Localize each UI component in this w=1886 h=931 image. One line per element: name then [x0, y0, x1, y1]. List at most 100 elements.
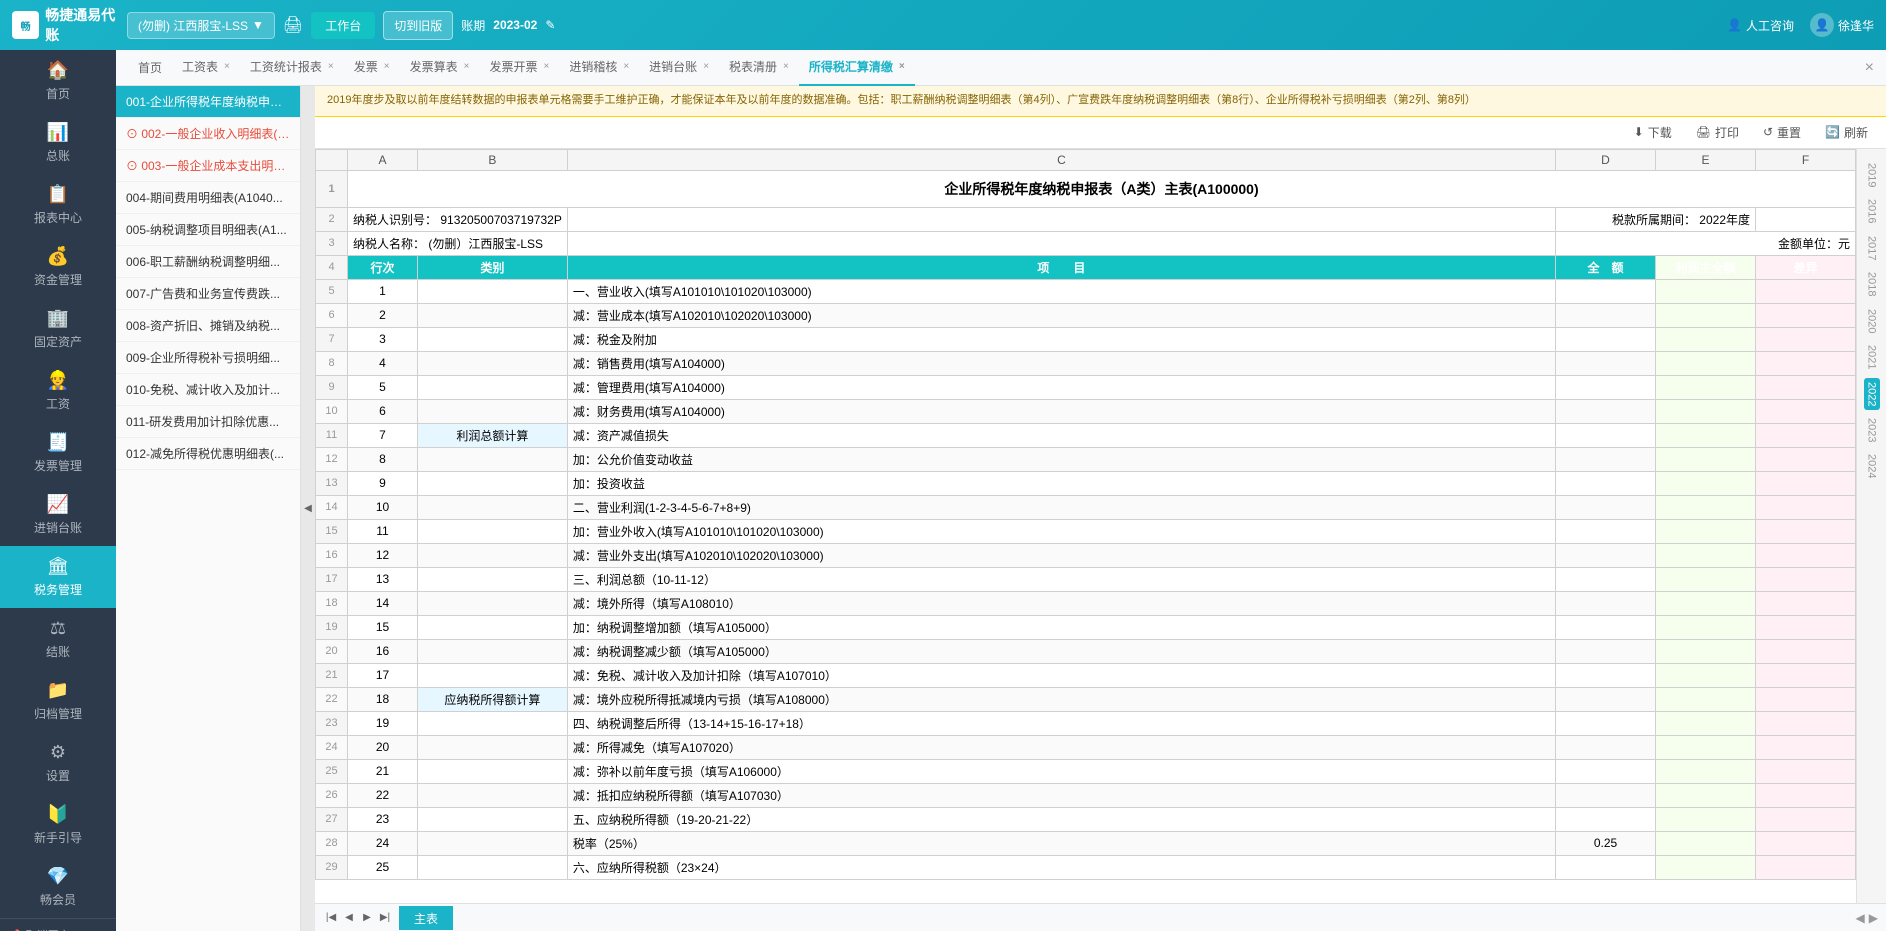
table-container[interactable]: A B C D E F — [315, 149, 1856, 903]
col-header-rownum — [316, 149, 348, 170]
spreadsheet-area: A B C D E F — [315, 149, 1886, 903]
form-list-item-012[interactable]: 012-减免所得税优惠明细表(... — [116, 438, 300, 470]
spreadsheet-toolbar: ⬇ 下载 🖨 打印 ↺ 重置 🔄 刷新 — [315, 117, 1886, 149]
sidebar-item-label: 进销台账 — [34, 519, 82, 536]
close-icon[interactable]: × — [224, 61, 230, 72]
year-item-2017[interactable]: 2017 — [1864, 232, 1880, 264]
year-item-2022[interactable]: 2022 — [1864, 378, 1880, 410]
sheet-prev-first[interactable]: |◀ — [323, 910, 339, 926]
assets-icon: 🏢 — [47, 308, 69, 329]
tab-tax-clear[interactable]: 税表清册 × — [719, 50, 799, 86]
company-selector[interactable]: (勿删) 江西服宝-LSS ▼ — [127, 12, 275, 39]
year-item-2020[interactable]: 2020 — [1864, 305, 1880, 337]
support-area[interactable]: 👤 人工咨询 — [1727, 17, 1794, 34]
form-list-item-002[interactable]: ⊙ 002-一般企业收入明细表(A1... — [116, 118, 300, 150]
workbench-button[interactable]: 工作台 — [311, 12, 375, 39]
close-icon[interactable]: × — [543, 61, 549, 72]
year-item-2019[interactable]: 2019 — [1864, 159, 1880, 191]
sidebar-item-purchase-sales[interactable]: 📈 进销台账 — [0, 484, 116, 546]
year-item-2018[interactable]: 2018 — [1864, 268, 1880, 300]
sidebar-item-home[interactable]: 🏠 首页 — [0, 50, 116, 112]
year-item-2016[interactable]: 2016 — [1864, 195, 1880, 227]
table-title-cell: 企业所得税年度纳税申报表（A类）主表(A100000) — [348, 170, 1856, 207]
sheet-nav-buttons: |◀ ◀ ▶ ▶| — [323, 910, 393, 926]
sheet-tab-main[interactable]: 主表 — [399, 906, 453, 930]
form-list-item-003[interactable]: ⊙ 003-一般企业成本支出明细... — [116, 150, 300, 182]
form-list-item-011[interactable]: 011-研发费用加计扣除优惠... — [116, 406, 300, 438]
year-item-2023[interactable]: 2023 — [1864, 414, 1880, 446]
table-title-row: 1 企业所得税年度纳税申报表（A类）主表(A100000) — [316, 170, 1856, 207]
close-icon[interactable]: × — [703, 61, 709, 72]
tab-purchase-verify[interactable]: 进销稽核 × — [559, 50, 639, 86]
table-col-headers-row: 4 行次 类别 项 目 全 额 利润主全额 差异 — [316, 255, 1856, 279]
print-icon[interactable]: 🖨 — [283, 15, 303, 35]
old-version-button[interactable]: 切到旧版 — [383, 11, 453, 40]
report-icon: 📋 — [47, 184, 69, 205]
form-list-item-005[interactable]: 005-纳税调整项目明细表(A1... — [116, 214, 300, 246]
download-button[interactable]: ⬇ 下载 — [1628, 121, 1678, 144]
form-list-item-001[interactable]: 001-企业所得税年度纳税申报... — [116, 86, 300, 118]
sidebar-item-fund-mgmt[interactable]: 💰 资金管理 — [0, 236, 116, 298]
table-row: 18 14 减：境外所得（填写A108010） — [316, 591, 1856, 615]
sidebar-item-invoice-mgmt[interactable]: 🧾 发票管理 — [0, 422, 116, 484]
sidebar-item-label: 税务管理 — [34, 581, 82, 598]
tab-purchase-ledger[interactable]: 进销台账 × — [639, 50, 719, 86]
form-list-item-004[interactable]: 004-期间费用明细表(A1040... — [116, 182, 300, 214]
year-item-2021[interactable]: 2021 — [1864, 341, 1880, 373]
table-row: 10 6 减：财务费用(填写A104000) — [316, 399, 1856, 423]
form-list-item-006[interactable]: 006-职工薪酬纳税调整明细... — [116, 246, 300, 278]
guide-icon: 🔰 — [47, 804, 69, 825]
sidebar-item-guide[interactable]: 🔰 新手引导 — [0, 794, 116, 856]
table-row: 7 3 减：税金及附加 — [316, 327, 1856, 351]
close-icon[interactable]: × — [899, 61, 905, 72]
close-icon[interactable]: × — [464, 61, 470, 72]
form-list-item-010[interactable]: 010-免税、减计收入及加计... — [116, 374, 300, 406]
close-main-icon[interactable]: × — [1865, 59, 1874, 77]
sidebar-item-general-ledger[interactable]: 📊 总账 — [0, 112, 116, 174]
table-row: 5 1 一、营业收入(填写A101010\101020\103000) — [316, 279, 1856, 303]
tax-period-cell: 税款所属期间： 2022年度 — [1556, 207, 1756, 231]
sidebar-item-closing[interactable]: ⚖ 结账 — [0, 608, 116, 670]
user-area[interactable]: 👤 徐逢华 — [1810, 13, 1874, 37]
period-value: 2023-02 — [493, 18, 537, 32]
sidebar-item-fixed-assets[interactable]: 🏢 固定资产 — [0, 298, 116, 360]
close-icon[interactable]: × — [328, 61, 334, 72]
sidebar-cancel-pin[interactable]: 📌 取消固定 — [0, 918, 116, 931]
collapse-handle[interactable]: ◀ — [301, 86, 315, 931]
avatar: 👤 — [1810, 13, 1834, 37]
refresh-button[interactable]: 🔄 刷新 — [1819, 121, 1874, 144]
tab-salary[interactable]: 工资表 × — [172, 50, 240, 86]
close-icon[interactable]: × — [783, 61, 789, 72]
form-list-item-009[interactable]: 009-企业所得税补亏损明细... — [116, 342, 300, 374]
sidebar-item-tax-mgmt[interactable]: 🏛 税务管理 — [0, 546, 116, 608]
sheet-next-last[interactable]: ▶| — [377, 910, 393, 926]
sheet-prev[interactable]: ◀ — [341, 910, 357, 926]
sidebar-item-label: 报表中心 — [34, 209, 82, 226]
spreadsheet-table: A B C D E F — [315, 149, 1856, 880]
scroll-left-icon[interactable]: ◀ — [1856, 911, 1865, 925]
form-list-item-008[interactable]: 008-资产折旧、摊销及纳税... — [116, 310, 300, 342]
tab-income-tax[interactable]: 所得税汇算清缴 × — [799, 50, 915, 86]
form-list-item-007[interactable]: 007-广告费和业务宣传费跌... — [116, 278, 300, 310]
tab-invoice[interactable]: 发票 × — [344, 50, 400, 86]
tab-invoice-open[interactable]: 发票开票 × — [479, 50, 559, 86]
reset-button[interactable]: ↺ 重置 — [1757, 121, 1807, 144]
print-button[interactable]: 🖨 打印 — [1690, 121, 1745, 144]
sidebar-item-salary[interactable]: 👷 工资 — [0, 360, 116, 422]
sidebar-item-member[interactable]: 💎 畅会员 — [0, 856, 116, 918]
close-icon[interactable]: × — [623, 61, 629, 72]
close-icon[interactable]: × — [384, 61, 390, 72]
sidebar-item-settings[interactable]: ⚙ 设置 — [0, 732, 116, 794]
tab-salary-stats[interactable]: 工资统计报表 × — [240, 50, 344, 86]
table-row: 15 11 加：营业外收入(填写A101010\101020\103000) — [316, 519, 1856, 543]
tab-home[interactable]: 首页 — [128, 50, 172, 86]
sidebar-item-report-center[interactable]: 📋 报表中心 — [0, 174, 116, 236]
header-center: (勿删) 江西服宝-LSS ▼ 🖨 工作台 切到旧版 账期 2023-02 ✎ — [127, 11, 1727, 40]
tab-invoice-calc[interactable]: 发票算表 × — [400, 50, 480, 86]
user-name: 徐逢华 — [1838, 17, 1874, 34]
period-edit-icon[interactable]: ✎ — [545, 18, 555, 32]
sidebar-item-archive[interactable]: 📁 归档管理 — [0, 670, 116, 732]
year-item-2024[interactable]: 2024 — [1864, 450, 1880, 482]
sheet-next[interactable]: ▶ — [359, 910, 375, 926]
scroll-right-icon[interactable]: ▶ — [1869, 911, 1878, 925]
